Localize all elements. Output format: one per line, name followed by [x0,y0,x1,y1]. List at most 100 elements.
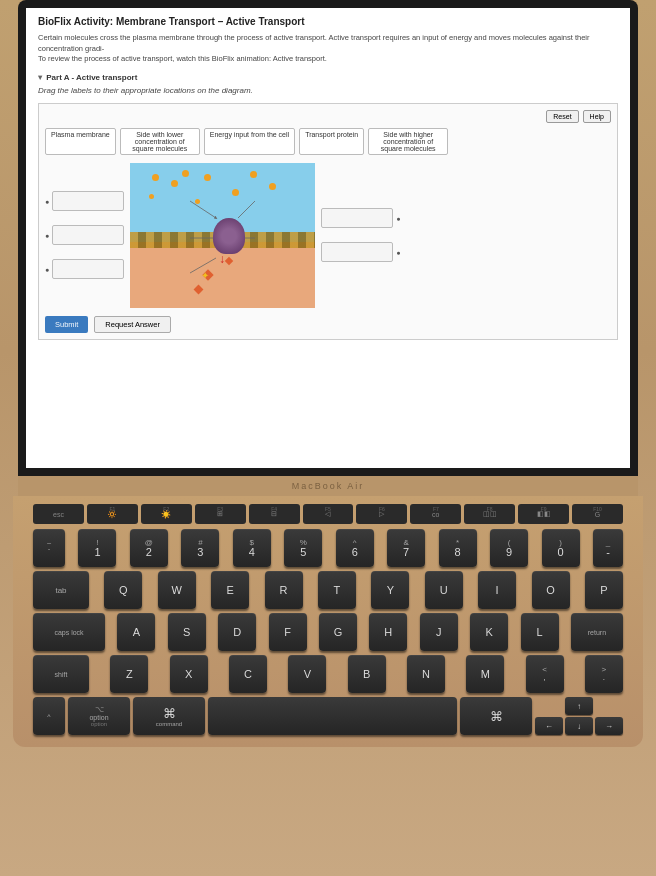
part-label-text: Part A - Active transport [46,73,137,82]
key-h[interactable]: H [369,613,407,651]
key-n[interactable]: N [407,655,445,693]
key-f4[interactable]: F4 ⊟ [249,504,300,524]
key-9[interactable]: ( 9 [490,529,528,567]
key-cmd-left[interactable]: ⌘ command [133,697,205,735]
key-l[interactable]: L [521,613,559,651]
key-1[interactable]: ! 1 [78,529,116,567]
label-chips: Plasma membrane Side with lower concentr… [45,128,611,155]
key-j[interactable]: J [420,613,458,651]
arrow-cluster: ↑ ← ↓ → [535,697,623,735]
laptop-outer: BioFlix Activity: Membrane Transport – A… [0,0,656,876]
request-answer-button[interactable]: Request Answer [94,316,171,333]
key-arrow-down[interactable]: ↓ [565,717,593,735]
membrane-diagram: ↓ ✦ [130,163,315,308]
key-f7[interactable]: F7 co [410,504,461,524]
key-m[interactable]: M [466,655,504,693]
key-3[interactable]: # 3 [181,529,219,567]
submit-button[interactable]: Submit [45,316,88,333]
key-tilde[interactable]: ~ ` [33,529,65,567]
btn-row: Reset Help [45,110,611,123]
membrane-bg: ↓ ✦ [130,163,315,308]
help-button[interactable]: Help [583,110,611,123]
key-g[interactable]: G [319,613,357,651]
key-y[interactable]: Y [371,571,409,609]
key-d[interactable]: D [218,613,256,651]
drop-box-right-1[interactable] [321,208,393,228]
key-lt[interactable]: < , [526,655,564,693]
key-r[interactable]: R [265,571,303,609]
screen: BioFlix Activity: Membrane Transport – A… [26,8,630,468]
molecule-dot-9 [195,199,200,204]
key-x[interactable]: X [170,655,208,693]
app-title: BioFlix Activity: Membrane Transport – A… [38,16,618,27]
bottom-buttons: Submit Request Answer [45,316,611,333]
arrow-bottom-row: ← ↓ → [535,717,623,735]
chip-transport[interactable]: Transport protein [299,128,364,155]
key-v[interactable]: V [288,655,326,693]
key-esc[interactable]: esc [33,504,84,524]
key-4[interactable]: $ 4 [233,529,271,567]
key-arrow-up[interactable]: ↑ [565,697,593,715]
key-caps[interactable]: caps lock [33,613,105,651]
chip-energy[interactable]: Energy input from the cell [204,128,295,155]
key-6[interactable]: ^ 6 [336,529,374,567]
key-q[interactable]: Q [104,571,142,609]
key-option[interactable]: ⌥ option option [68,697,130,735]
key-shift-left[interactable]: shift [33,655,89,693]
key-o[interactable]: O [532,571,570,609]
key-return[interactable]: return [571,613,623,651]
key-tab[interactable]: tab [33,571,89,609]
key-f9[interactable]: F9 ◧◧ [518,504,569,524]
key-z[interactable]: Z [110,655,148,693]
key-f10[interactable]: F10 G [572,504,623,524]
key-f[interactable]: F [269,613,307,651]
key-k[interactable]: K [470,613,508,651]
reset-button[interactable]: Reset [546,110,578,123]
cmd-symbol-left: ⌘ [163,706,176,721]
part-arrow-icon: ▾ [38,73,42,82]
key-f6[interactable]: F6 ▷ [356,504,407,524]
screen-bezel: BioFlix Activity: Membrane Transport – A… [18,0,638,476]
key-arrow-left[interactable]: ← [535,717,563,735]
chip-lower[interactable]: Side with lower concentration of square … [120,128,200,155]
key-gt[interactable]: > . [585,655,623,693]
drop-box-left-3[interactable] [52,259,124,279]
macbook-label-bar: MacBook Air [18,476,638,496]
key-c[interactable]: C [229,655,267,693]
key-f5[interactable]: F5 ◁ [303,504,354,524]
key-s[interactable]: S [168,613,206,651]
key-t[interactable]: T [318,571,356,609]
key-b[interactable]: B [348,655,386,693]
key-minus[interactable]: _ - [593,529,623,567]
key-f8[interactable]: F8 ◫◫ [464,504,515,524]
key-u[interactable]: U [425,571,463,609]
key-8[interactable]: * 8 [439,529,477,567]
key-cmd-right[interactable]: ⌘ [460,697,532,735]
key-2[interactable]: @ 2 [130,529,168,567]
drop-box-left-2[interactable] [52,225,124,245]
bottom-row: ^ ⌥ option option ⌘ command ⌘ ↑ ← [33,697,623,735]
desc-line1: Certain molecules cross the plasma membr… [38,33,590,53]
key-w[interactable]: W [158,571,196,609]
key-i[interactable]: I [478,571,516,609]
key-f1[interactable]: F1 🔅 [87,504,138,524]
key-ctrl[interactable]: ^ [33,697,65,735]
key-5[interactable]: % 5 [284,529,322,567]
key-p[interactable]: P [585,571,623,609]
keyboard-area: esc F1 🔅 F2 ☀️ F3 ⊞ F4 ⊟ F5 ◁ [13,496,643,747]
chip-higher[interactable]: Side with higher concentration of square… [368,128,448,155]
chip-plasma[interactable]: Plasma membrane [45,128,116,155]
key-a[interactable]: A [117,613,155,651]
key-f3[interactable]: F3 ⊞ [195,504,246,524]
energy-icon: ✦ [201,270,209,281]
diagram-area: ● ● ● [45,163,611,308]
down-arrow-icon: ↓ [219,252,225,266]
key-space[interactable] [208,697,457,735]
drop-box-right-2[interactable] [321,242,393,262]
key-arrow-right[interactable]: → [595,717,623,735]
key-e[interactable]: E [211,571,249,609]
drop-box-left-1[interactable] [52,191,124,211]
key-f2[interactable]: F2 ☀️ [141,504,192,524]
key-0[interactable]: ) 0 [542,529,580,567]
key-7[interactable]: & 7 [387,529,425,567]
